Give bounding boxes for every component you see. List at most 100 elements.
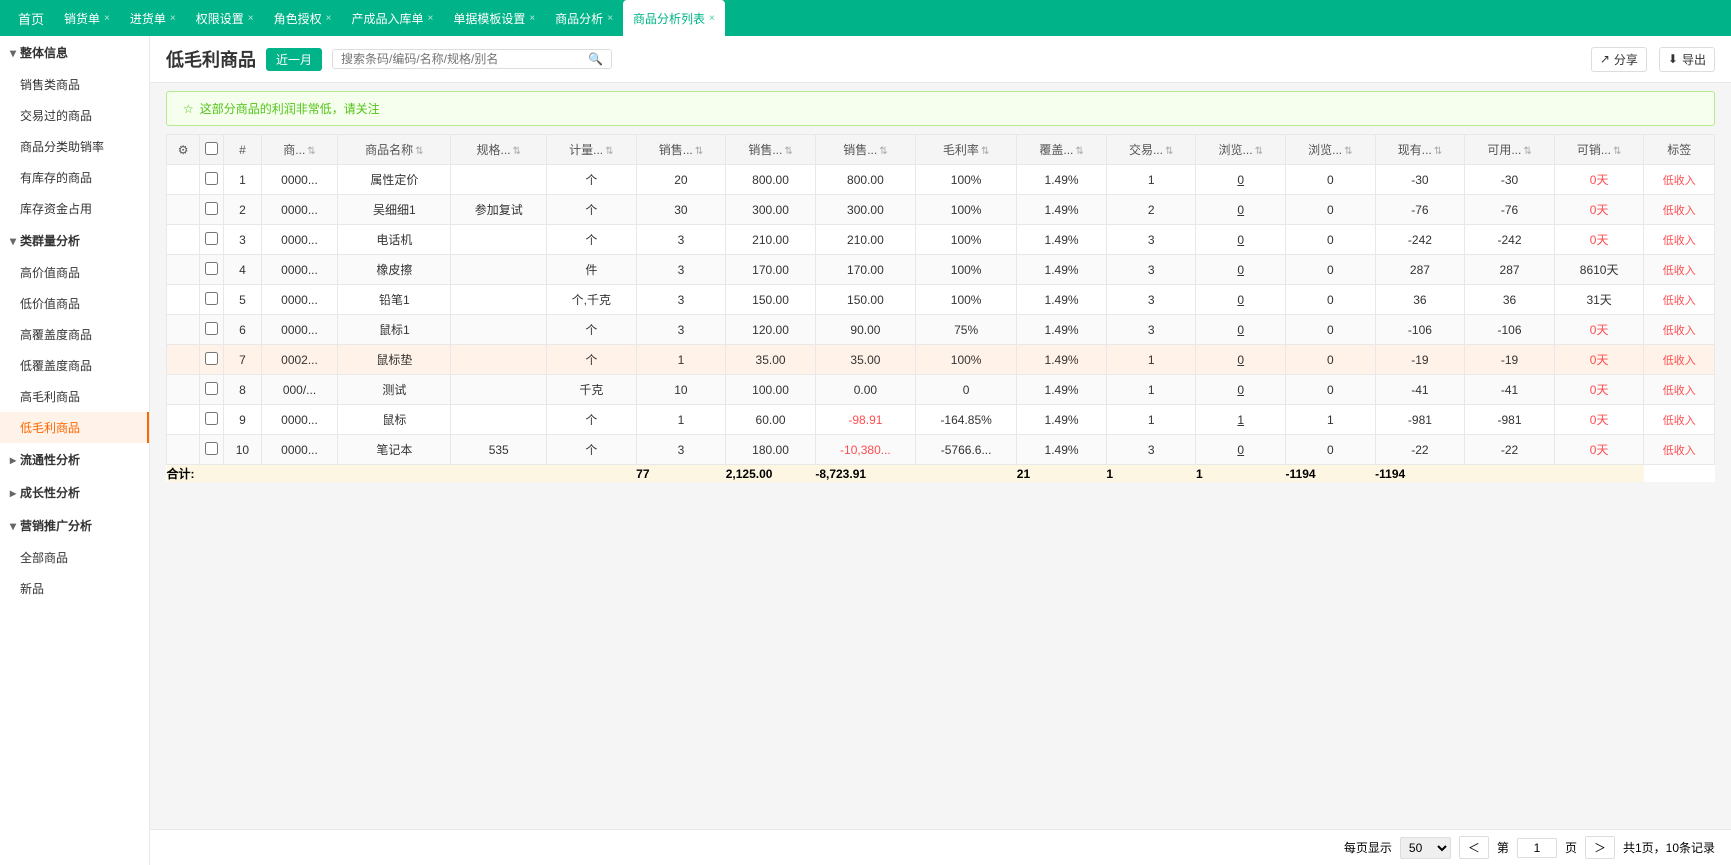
- select-all-checkbox[interactable]: [205, 142, 218, 155]
- row-sales-profit: 90.00: [815, 315, 915, 345]
- row-tag: 低收入: [1644, 285, 1715, 315]
- row-transactions: 3: [1106, 435, 1196, 465]
- col-sales-qty[interactable]: 销售...⇅: [636, 135, 726, 165]
- row-gross-margin: -164.85%: [915, 405, 1016, 435]
- row-available: 36: [1465, 285, 1555, 315]
- sidebar-item-category-rate[interactable]: 商品分类助销率: [0, 131, 149, 162]
- sidebar-item-sales-products[interactable]: 销售类商品: [0, 69, 149, 100]
- page-number-input[interactable]: [1517, 838, 1557, 858]
- row-num: 7: [224, 345, 262, 375]
- col-name[interactable]: 商品名称⇅: [338, 135, 451, 165]
- col-views1[interactable]: 浏览...⇅: [1196, 135, 1286, 165]
- close-analysis-list-icon[interactable]: ×: [709, 13, 715, 24]
- row-current-stock: -981: [1375, 405, 1465, 435]
- row-settings-cell: [167, 255, 200, 285]
- row-checkbox-cell: [200, 315, 224, 345]
- col-saleable[interactable]: 可销...⇅: [1554, 135, 1644, 165]
- summary-sales-amount: 2,125.00: [726, 465, 816, 483]
- row-spec: [451, 405, 547, 435]
- row-checkbox-cell: [200, 375, 224, 405]
- nav-analysis-list[interactable]: 商品分析列表 ×: [623, 0, 725, 36]
- nav-products[interactable]: 产成品入库单 ×: [341, 0, 443, 36]
- nav-analysis[interactable]: 商品分析 ×: [545, 0, 623, 36]
- col-spec[interactable]: 规格...⇅: [451, 135, 547, 165]
- sidebar-group-growth[interactable]: ▸ 成长性分析: [0, 476, 149, 509]
- row-available: -242: [1465, 225, 1555, 255]
- col-sales-profit[interactable]: 销售...⇅: [815, 135, 915, 165]
- sidebar-item-high-coverage[interactable]: 高覆盖度商品: [0, 319, 149, 350]
- nav-roles[interactable]: 角色授权 ×: [264, 0, 342, 36]
- nav-permissions[interactable]: 权限设置 ×: [186, 0, 264, 36]
- sidebar-group-circulation[interactable]: ▸ 流通性分析: [0, 443, 149, 476]
- prev-page-button[interactable]: ＜: [1459, 836, 1489, 859]
- col-sales-amount[interactable]: 销售...⇅: [726, 135, 816, 165]
- row-sales-profit: -10,380...: [815, 435, 915, 465]
- sidebar-item-low-coverage[interactable]: 低覆盖度商品: [0, 350, 149, 381]
- search-icon: 🔍: [588, 52, 603, 66]
- col-available[interactable]: 可用...⇅: [1465, 135, 1555, 165]
- row-gross-margin: -5766.6...: [915, 435, 1016, 465]
- row-views2: 0: [1286, 255, 1376, 285]
- sidebar-group-cluster[interactable]: ▾ 类群量分析: [0, 224, 149, 257]
- pagination-bar: 每页显示 50 100 ＜ 第 页 ＞ 共1页，10条记录: [150, 829, 1731, 865]
- col-coverage[interactable]: 覆盖...⇅: [1017, 135, 1107, 165]
- per-page-select[interactable]: 50 100: [1400, 837, 1451, 859]
- sidebar-item-traded-products[interactable]: 交易过的商品: [0, 100, 149, 131]
- sidebar-item-all-products[interactable]: 全部商品: [0, 542, 149, 573]
- row-settings-cell: [167, 345, 200, 375]
- sidebar-item-new-products[interactable]: 新品: [0, 573, 149, 604]
- row-available: -19: [1465, 345, 1555, 375]
- row-sales-profit: 0.00: [815, 375, 915, 405]
- row-code: 0000...: [261, 225, 338, 255]
- nav-sales[interactable]: 销货单 ×: [54, 0, 120, 36]
- sidebar-group-marketing[interactable]: ▾ 营销推广分析: [0, 509, 149, 542]
- row-sales-qty: 1: [636, 345, 726, 375]
- sidebar-item-high-margin[interactable]: 高毛利商品: [0, 381, 149, 412]
- sidebar-item-inventory-capital[interactable]: 库存资金占用: [0, 193, 149, 224]
- close-templates-icon[interactable]: ×: [529, 13, 535, 24]
- nav-purchase[interactable]: 进货单 ×: [120, 0, 186, 36]
- row-checkbox-4[interactable]: [205, 292, 218, 305]
- row-checkbox-8[interactable]: [205, 412, 218, 425]
- row-coverage: 1.49%: [1017, 345, 1107, 375]
- sidebar-item-in-stock[interactable]: 有库存的商品: [0, 162, 149, 193]
- search-input[interactable]: [341, 52, 588, 66]
- row-checkbox-cell: [200, 195, 224, 225]
- sidebar-item-low-value[interactable]: 低价值商品: [0, 288, 149, 319]
- row-gross-margin: 100%: [915, 165, 1016, 195]
- row-checkbox-1[interactable]: [205, 202, 218, 215]
- col-transactions[interactable]: 交易...⇅: [1106, 135, 1196, 165]
- close-sales-icon[interactable]: ×: [104, 13, 110, 24]
- sidebar-item-high-value[interactable]: 高价值商品: [0, 257, 149, 288]
- row-num: 9: [224, 405, 262, 435]
- sidebar-group-overall[interactable]: ▾ 整体信息: [0, 36, 149, 69]
- close-roles-icon[interactable]: ×: [326, 13, 332, 24]
- row-checkbox-0[interactable]: [205, 172, 218, 185]
- sidebar-item-low-margin[interactable]: 低毛利商品: [0, 412, 149, 443]
- row-checkbox-2[interactable]: [205, 232, 218, 245]
- row-checkbox-5[interactable]: [205, 322, 218, 335]
- col-gross-margin[interactable]: 毛利率⇅: [915, 135, 1016, 165]
- close-purchase-icon[interactable]: ×: [170, 13, 176, 24]
- row-checkbox-6[interactable]: [205, 352, 218, 365]
- row-tag: 低收入: [1644, 345, 1715, 375]
- close-analysis-icon[interactable]: ×: [607, 13, 613, 24]
- next-page-button[interactable]: ＞: [1585, 836, 1615, 859]
- close-permissions-icon[interactable]: ×: [248, 13, 254, 24]
- close-products-icon[interactable]: ×: [427, 13, 433, 24]
- row-checkbox-9[interactable]: [205, 442, 218, 455]
- row-sales-qty: 3: [636, 285, 726, 315]
- share-button[interactable]: ↗ 分享: [1591, 47, 1647, 72]
- nav-home[interactable]: 首页: [8, 0, 54, 36]
- table-row: 6 0000... 鼠标1 个 3 120.00 90.00 75% 1.49%…: [167, 315, 1715, 345]
- col-code[interactable]: 商...⇅: [261, 135, 338, 165]
- export-button[interactable]: ⬇ 导出: [1659, 47, 1715, 72]
- col-settings[interactable]: ⚙: [167, 135, 200, 165]
- col-unit[interactable]: 计量...⇅: [547, 135, 637, 165]
- col-views2[interactable]: 浏览...⇅: [1286, 135, 1376, 165]
- row-checkbox-3[interactable]: [205, 262, 218, 275]
- col-current-stock[interactable]: 现有...⇅: [1375, 135, 1465, 165]
- date-filter-button[interactable]: 近一月: [266, 48, 322, 71]
- nav-templates[interactable]: 单据模板设置 ×: [443, 0, 545, 36]
- row-checkbox-7[interactable]: [205, 382, 218, 395]
